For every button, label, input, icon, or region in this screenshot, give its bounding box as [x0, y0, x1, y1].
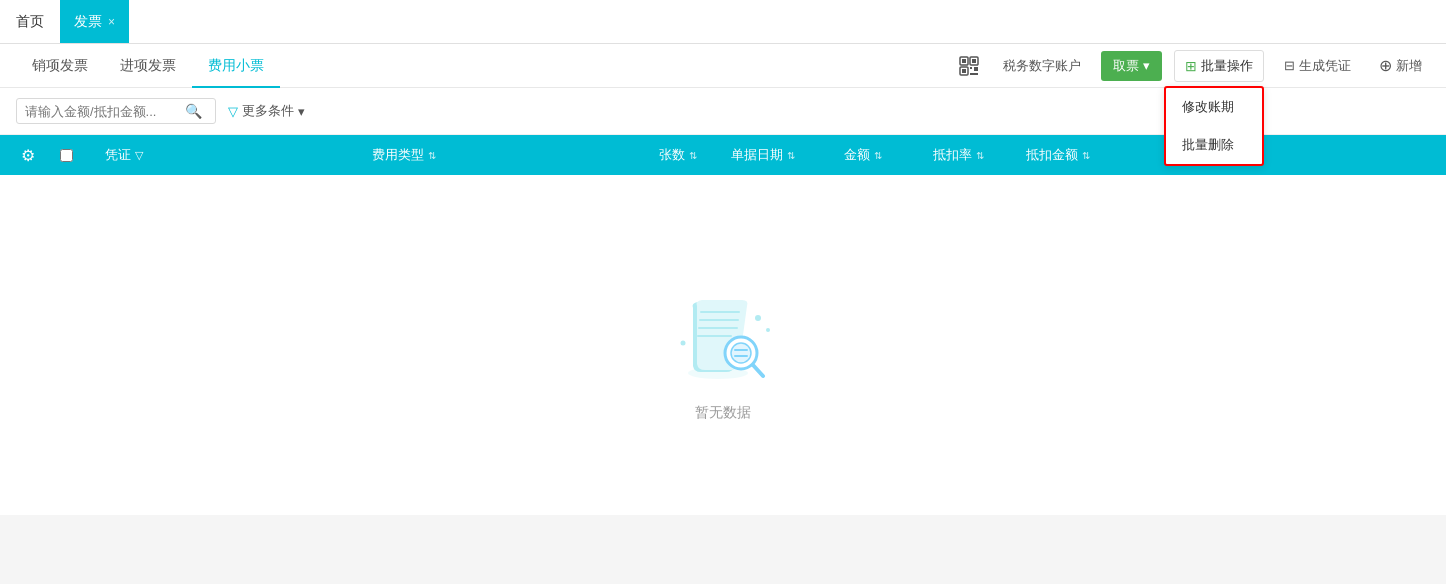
svg-rect-6 — [970, 67, 972, 69]
search-input-wrap[interactable]: 🔍 — [16, 98, 216, 124]
batch-op-button[interactable]: ⊞ 批量操作 — [1174, 50, 1264, 82]
take-ticket-chevron: ▾ — [1143, 58, 1150, 73]
th-voucher[interactable]: 凭证 ▽ — [84, 146, 164, 164]
tab-purchase-invoice[interactable]: 进项发票 — [104, 45, 192, 88]
empty-text: 暂无数据 — [695, 404, 751, 422]
add-label: 新增 — [1396, 57, 1422, 75]
more-filter-button[interactable]: ▽ 更多条件 ▾ — [228, 102, 305, 120]
th-deduct-rate[interactable]: 抵扣率 ⇅ — [913, 146, 1003, 164]
svg-point-14 — [755, 315, 761, 321]
th-voucher-label: 凭证 — [105, 146, 131, 164]
more-filter-chevron: ▾ — [298, 104, 305, 119]
batch-op-icon: ⊞ — [1185, 58, 1197, 74]
search-input[interactable] — [25, 104, 185, 119]
th-date[interactable]: 单据日期 ⇅ — [713, 146, 813, 164]
th-date-sort-icon: ⇅ — [787, 150, 795, 161]
sub-nav-left: 销项发票 进项发票 费用小票 — [16, 44, 280, 87]
tab-sales-invoice[interactable]: 销项发票 — [16, 45, 104, 88]
th-deduct-rate-label: 抵扣率 — [933, 146, 972, 164]
th-expense-type-label: 费用类型 — [372, 146, 424, 164]
nav-tab-close[interactable]: × — [108, 15, 115, 29]
svg-line-13 — [753, 365, 763, 376]
svg-point-12 — [731, 343, 751, 363]
batch-op-container: ⊞ 批量操作 修改账期 批量删除 — [1174, 50, 1264, 82]
svg-point-15 — [766, 328, 770, 332]
th-amount[interactable]: 金额 ⇅ — [813, 146, 913, 164]
gen-voucher-button[interactable]: ⊟ 生成凭证 — [1276, 51, 1359, 81]
th-expense-type[interactable]: 费用类型 ⇅ — [164, 146, 643, 164]
svg-rect-8 — [970, 73, 978, 75]
nav-tab-invoice[interactable]: 发票 × — [60, 0, 129, 43]
more-filter-label: 更多条件 — [242, 102, 294, 120]
svg-rect-9 — [976, 67, 978, 69]
empty-state: 暂无数据 — [0, 175, 1446, 515]
svg-point-16 — [681, 341, 686, 346]
th-amount-label: 金额 — [844, 146, 870, 164]
gen-voucher-label: 生成凭证 — [1299, 57, 1351, 75]
sub-nav-right: 税务数字账户 取票 ▾ ⊞ 批量操作 修改账期 批量删除 ⊟ 生成凭证 ⊕ 新增 — [955, 50, 1430, 82]
qr-icon-button[interactable] — [955, 52, 983, 80]
th-gear[interactable]: ⚙ — [8, 146, 48, 165]
th-deduct-amount[interactable]: 抵扣金额 ⇅ — [1003, 146, 1113, 164]
th-amount-sort-icon: ⇅ — [874, 150, 882, 161]
search-icon: 🔍 — [185, 103, 202, 119]
gen-voucher-icon: ⊟ — [1284, 58, 1295, 73]
svg-rect-5 — [962, 69, 966, 73]
th-count-sort-icon: ⇅ — [689, 150, 697, 161]
th-deduct-amount-sort-icon: ⇅ — [1082, 150, 1090, 161]
select-all-checkbox[interactable] — [60, 149, 73, 162]
dropdown-item-batch-delete[interactable]: 批量删除 — [1166, 126, 1262, 164]
svg-rect-1 — [962, 59, 966, 63]
dropdown-item-change-period[interactable]: 修改账期 — [1166, 88, 1262, 126]
nav-tab-label: 发票 — [74, 13, 102, 31]
th-deduct-amount-label: 抵扣金额 — [1026, 146, 1078, 164]
add-button[interactable]: ⊕ 新增 — [1371, 50, 1430, 81]
nav-home[interactable]: 首页 — [0, 0, 60, 43]
svg-rect-3 — [972, 59, 976, 63]
th-voucher-filter-icon: ▽ — [135, 149, 143, 162]
tax-account-button[interactable]: 税务数字账户 — [995, 57, 1089, 75]
batch-op-dropdown: 修改账期 批量删除 — [1164, 86, 1264, 166]
th-date-label: 单据日期 — [731, 146, 783, 164]
th-expense-type-sort-icon: ⇅ — [428, 150, 436, 161]
th-check[interactable] — [48, 149, 84, 162]
take-ticket-button[interactable]: 取票 ▾ — [1101, 51, 1162, 81]
take-ticket-label: 取票 — [1113, 57, 1139, 75]
add-icon: ⊕ — [1379, 56, 1392, 75]
filter-funnel-icon: ▽ — [228, 104, 238, 119]
th-count-label: 张数 — [659, 146, 685, 164]
empty-illustration — [663, 288, 783, 388]
th-count[interactable]: 张数 ⇅ — [643, 146, 713, 164]
gear-icon: ⚙ — [21, 146, 35, 165]
top-nav: 首页 发票 × — [0, 0, 1446, 44]
sub-nav: 销项发票 进项发票 费用小票 税务数字账户 取票 ▾ — [0, 44, 1446, 88]
batch-op-label: 批量操作 — [1201, 57, 1253, 75]
th-deduct-rate-sort-icon: ⇅ — [976, 150, 984, 161]
tab-expense-receipt[interactable]: 费用小票 — [192, 45, 280, 88]
